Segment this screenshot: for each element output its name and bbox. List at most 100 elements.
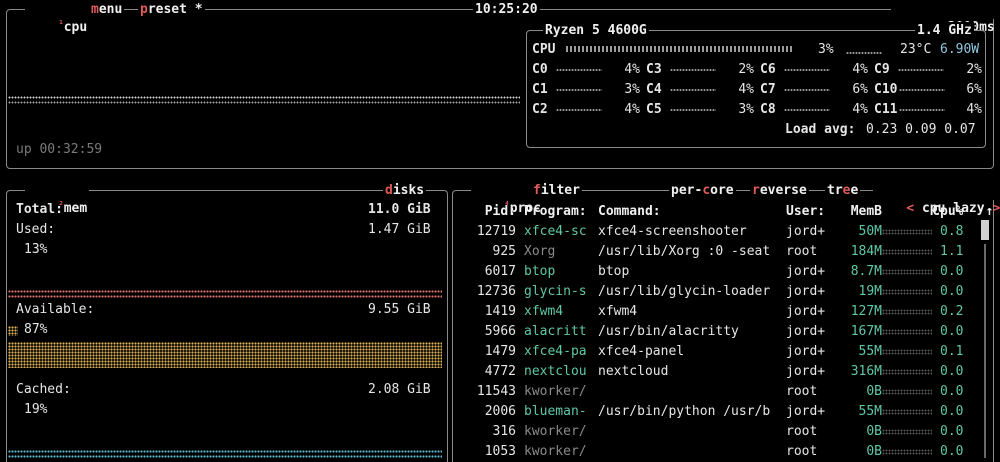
process-cpu-graph (882, 288, 932, 295)
sort-next[interactable]: > (992, 201, 1000, 216)
mem-cached-graph (8, 450, 442, 453)
process-cpu-graph (882, 348, 932, 355)
sort-selector[interactable]: < cpu lazy > (873, 182, 1000, 216)
process-command: /usr/bin/alacritty (598, 324, 739, 339)
process-cpu-graph (882, 248, 932, 255)
process-row[interactable]: 1479 xfce4-pa xfce4-panel jord+ 55M 0.1 (458, 342, 993, 362)
process-cpu-value: 0.2 (940, 304, 964, 319)
core-percent: 4% (624, 102, 640, 117)
scrollbar-thumb[interactable] (981, 220, 989, 240)
tree-toggle[interactable]: tree (825, 182, 861, 200)
process-row[interactable]: 925 Xorg/usr/lib/Xorg :0 -seat root 184M 1.1 (458, 242, 993, 262)
process-cpu: 0.0 (882, 442, 963, 462)
col-command[interactable]: Command: (598, 202, 786, 222)
process-row[interactable]: 12719 xfce4-sc xfce4-screenshooter jord+ 50M… (458, 222, 993, 242)
process-cpu: 0.2 (882, 302, 963, 322)
mem-cached-percent: 19% (24, 402, 48, 417)
process-cpu-value: 0.0 (940, 424, 964, 439)
process-pid: 316 (492, 424, 516, 439)
mem-used-graph-2 (8, 295, 442, 298)
process-pid: 1479 (484, 344, 516, 359)
process-program: kworker/ (524, 424, 587, 439)
reverse-toggle[interactable]: reverse (750, 182, 809, 200)
cpu-total-label: CPU (532, 42, 556, 57)
core-sparkline (899, 87, 946, 92)
process-cpu: 0.1 (882, 342, 963, 362)
core-sparkline (669, 107, 716, 112)
core-sparkline (783, 67, 830, 72)
process-program: Xorg (524, 244, 556, 259)
process-cpu-graph (882, 368, 932, 375)
process-scrollbar[interactable] (980, 218, 990, 460)
cpu-core-c2: C2 4% (532, 102, 640, 117)
cpu-panel-title[interactable]: ¹cpu (25, 1, 90, 35)
process-mem: 167M (850, 324, 882, 339)
col-user[interactable]: User: (786, 202, 842, 222)
process-row[interactable]: 5966 alacritt/usr/bin/alacritty jord+ 167M 0… (458, 322, 993, 342)
preset-button[interactable]: preset * (138, 1, 205, 19)
cpu-model: Ryzen 5 4600G (543, 22, 649, 40)
cpu-history-graph (8, 96, 520, 99)
process-row[interactable]: 11543 kworker/root 0B 0.0 (458, 382, 993, 402)
process-pid: 1419 (484, 304, 516, 319)
process-cpu: 0.0 (882, 362, 963, 382)
mem-used-value: 1.47 GiB (368, 222, 431, 237)
clock: 10:25:20 (473, 1, 540, 19)
col-program[interactable]: Program: (524, 202, 598, 222)
process-mem: 0B (866, 424, 882, 439)
load-avg-label: Load avg: (785, 122, 856, 137)
process-cpu: 0.0 (882, 322, 963, 342)
process-row[interactable]: 316 kworker/root 0B 0.0 (458, 422, 993, 442)
menu-button[interactable]: menu (89, 1, 125, 19)
process-user: root (786, 244, 818, 259)
process-command (598, 442, 786, 462)
process-row[interactable]: 4772 nextclou nextcloud jord+ 316M 0.0 (458, 362, 993, 382)
interval-control[interactable]: - 2000ms + (891, 1, 1000, 35)
cpu-core-c6: C6 4% (760, 62, 868, 77)
process-cpu-graph (882, 308, 932, 315)
process-row[interactable]: 2006 blueman- /usr/bin/python /usr/b jord+ 5… (458, 402, 993, 422)
process-program: xfce4-sc (524, 224, 587, 239)
cpu-core-c0: C0 4% (532, 62, 640, 77)
process-row[interactable]: 6017 btop btop jord+ 8.7M 0.0 (458, 262, 993, 282)
core-name: C1 (532, 82, 548, 97)
process-command: xfce4-panel (598, 344, 685, 359)
col-cpu[interactable]: Cpu% (882, 202, 963, 222)
filter-button[interactable]: filter (531, 182, 582, 200)
disks-button[interactable]: disks (383, 182, 427, 200)
process-program: kworker/ (524, 444, 587, 459)
scrollbar-track[interactable] (984, 244, 986, 458)
process-cpu-graph (882, 328, 932, 335)
core-name: C3 (646, 62, 662, 77)
process-row[interactable]: 12736 glycin-s/usr/lib/glycin-loader jord+… (458, 282, 993, 302)
core-name: C11 (874, 102, 898, 117)
process-pid: 4772 (484, 364, 516, 379)
process-cpu-graph (882, 268, 932, 275)
process-row[interactable]: 1419 xfwm4 xfwm4 jord+ 127M 0.2 (458, 302, 993, 322)
process-program: blueman- (524, 404, 587, 419)
per-core-toggle[interactable]: per-core (669, 182, 736, 200)
core-percent: 3% (738, 102, 754, 117)
process-command: xfce4-screenshooter (598, 224, 747, 239)
process-user: jord+ (786, 224, 826, 239)
col-pid[interactable]: Pid: (458, 202, 524, 222)
process-mem: 8.7M (850, 264, 882, 279)
core-sparkline (555, 107, 602, 112)
process-command (598, 422, 786, 442)
process-cpu: 0.0 (882, 262, 963, 282)
mem-total-value: 11.0 GiB (368, 202, 431, 217)
mem-panel-title[interactable]: ²mem (25, 182, 90, 216)
process-mem: 55M (858, 344, 882, 359)
process-user: root (786, 444, 818, 459)
core-sparkline (783, 107, 830, 112)
core-name: C4 (646, 82, 662, 97)
core-sparkline (669, 67, 716, 72)
process-pid: 925 (492, 244, 516, 259)
col-mem[interactable]: MemB (842, 202, 882, 222)
process-cpu: 1.1 (882, 242, 963, 262)
process-user: jord+ (786, 324, 826, 339)
process-table: Pid: Program: Command: User: MemB Cpu% ↑… (458, 202, 994, 462)
mem-cached-value: 2.08 GiB (368, 382, 431, 397)
process-cpu-value: 0.0 (940, 404, 964, 419)
process-row[interactable]: 1053 kworker/root 0B 0.0 (458, 442, 993, 462)
